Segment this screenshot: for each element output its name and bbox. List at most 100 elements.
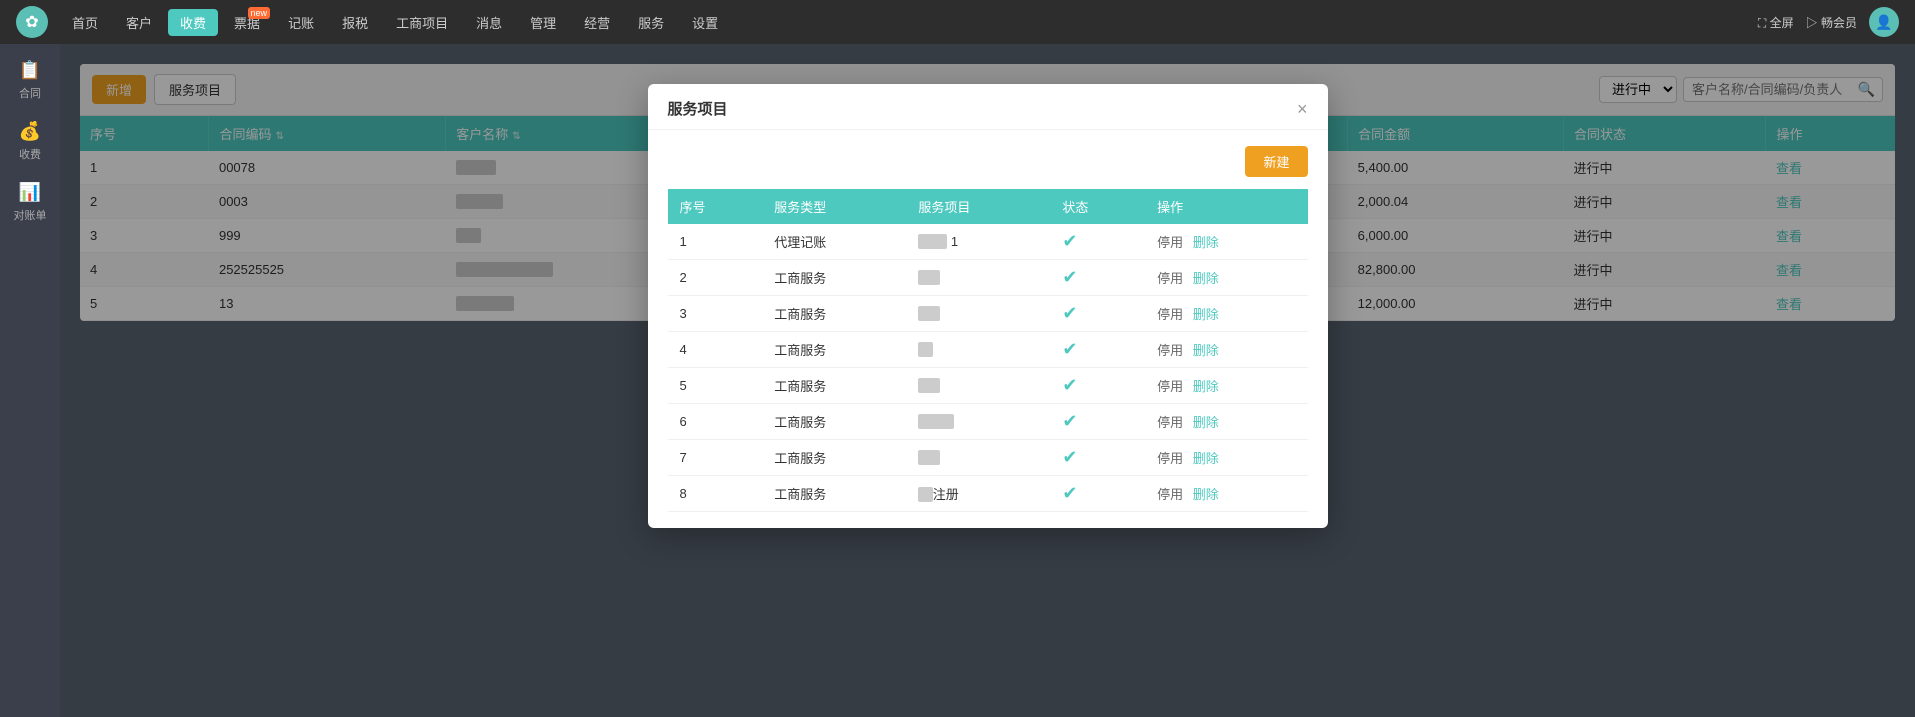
modal-cell-action: 停用 删除 [1145, 224, 1307, 260]
modal-cell-status: ✔ [1050, 440, 1145, 476]
list-item: 7 工商服务 ✔ 停用 删除 [668, 440, 1308, 476]
modal-cell-seq: 4 [668, 332, 763, 368]
stop-button[interactable]: 停用 [1157, 304, 1183, 323]
modal-cell-seq: 3 [668, 296, 763, 332]
delete-button[interactable]: 删除 [1193, 268, 1219, 287]
statement-icon: 📊 [19, 182, 41, 203]
status-check-icon: ✔ [1062, 483, 1077, 503]
top-nav: ✿ 首页 客户 收费 票据 new 记账 报税 工商项目 消息 管理 经营 服务… [0, 0, 1915, 44]
stop-button[interactable]: 停用 [1157, 268, 1183, 287]
modal-close-button[interactable]: × [1297, 100, 1308, 118]
modal-cell-project [906, 404, 1050, 440]
modal-cell-action: 停用 删除 [1145, 296, 1307, 332]
modal-cell-project: 1 [906, 224, 1050, 260]
stop-button[interactable]: 停用 [1157, 412, 1183, 431]
delete-button[interactable]: 删除 [1193, 448, 1219, 467]
modal-cell-status: ✔ [1050, 368, 1145, 404]
nav-service[interactable]: 服务 [626, 9, 676, 36]
modal-cell-type: 工商服务 [762, 368, 906, 404]
modal-cell-action: 停用 删除 [1145, 476, 1307, 512]
modal-th-action: 操作 [1145, 189, 1307, 224]
stop-button[interactable]: 停用 [1157, 376, 1183, 395]
nav-manage[interactable]: 管理 [518, 9, 568, 36]
nav-commerce[interactable]: 工商项目 [384, 9, 460, 36]
user-avatar[interactable]: 👤 [1869, 7, 1899, 37]
stop-button[interactable]: 停用 [1157, 340, 1183, 359]
delete-button[interactable]: 删除 [1193, 304, 1219, 323]
sidebar-item-fee[interactable]: 💰 收费 [4, 113, 56, 170]
status-check-icon: ✔ [1062, 303, 1077, 323]
stop-button[interactable]: 停用 [1157, 232, 1183, 251]
nav-invoice[interactable]: 票据 new [222, 9, 272, 36]
sidebar-item-statement[interactable]: 📊 对账单 [4, 174, 56, 231]
modal-cell-seq: 1 [668, 224, 763, 260]
status-check-icon: ✔ [1062, 375, 1077, 395]
delete-button[interactable]: 删除 [1193, 412, 1219, 431]
list-item: 5 工商服务 ✔ 停用 删除 [668, 368, 1308, 404]
modal-cell-seq: 8 [668, 476, 763, 512]
modal-cell-status: ✔ [1050, 332, 1145, 368]
app-layout: 📋 合同 💰 收费 📊 对账单 新增 服务项目 进行中 已完 [0, 44, 1915, 717]
modal-cell-status: ✔ [1050, 296, 1145, 332]
sidebar-label-statement: 对账单 [14, 207, 47, 223]
modal-cell-action: 停用 删除 [1145, 440, 1307, 476]
fee-icon: 💰 [19, 121, 41, 142]
nav-badge-new: new [248, 7, 271, 20]
nav-tax[interactable]: 报税 [330, 9, 380, 36]
modal-cell-type: 工商服务 [762, 332, 906, 368]
nav-operation[interactable]: 经营 [572, 9, 622, 36]
modal-th-seq: 序号 [668, 189, 763, 224]
modal-cell-type: 工商服务 [762, 440, 906, 476]
modal-cell-project [906, 332, 1050, 368]
modal-cell-status: ✔ [1050, 404, 1145, 440]
stop-button[interactable]: 停用 [1157, 484, 1183, 503]
list-item: 1 代理记账 1 ✔ 停用 删除 [668, 224, 1308, 260]
service-project-modal: 服务项目 × 新建 序号 服务类型 服 [648, 84, 1328, 528]
modal-cell-action: 停用 删除 [1145, 368, 1307, 404]
delete-button[interactable]: 删除 [1193, 340, 1219, 359]
modal-cell-seq: 2 [668, 260, 763, 296]
nav-customer[interactable]: 客户 [114, 9, 164, 36]
member-btn[interactable]: ▷ 畅会员 [1806, 14, 1857, 31]
modal-cell-project [906, 440, 1050, 476]
modal-header: 服务项目 × [648, 84, 1328, 130]
list-item: 2 工商服务 ✔ 停用 删除 [668, 260, 1308, 296]
modal-cell-project [906, 296, 1050, 332]
delete-button[interactable]: 删除 [1193, 232, 1219, 251]
right-actions: ⛶ 全屏 ▷ 畅会员 👤 [1758, 7, 1899, 37]
nav-fee[interactable]: 收费 [168, 9, 218, 36]
fullscreen-btn[interactable]: ⛶ 全屏 [1758, 14, 1794, 31]
modal-new-button[interactable]: 新建 [1245, 146, 1307, 177]
modal-scroll-area[interactable]: 序号 服务类型 服务项目 状态 操作 1 代理记账 [668, 189, 1308, 512]
modal-th-status: 状态 [1050, 189, 1145, 224]
modal-cell-type: 工商服务 [762, 404, 906, 440]
modal-title: 服务项目 [668, 98, 728, 119]
stop-button[interactable]: 停用 [1157, 448, 1183, 467]
modal-new-btn-wrap: 新建 [668, 146, 1308, 177]
sidebar: 📋 合同 💰 收费 📊 对账单 [0, 44, 60, 717]
modal-cell-type: 代理记账 [762, 224, 906, 260]
contract-icon: 📋 [19, 60, 41, 81]
nav-home[interactable]: 首页 [60, 9, 110, 36]
status-check-icon: ✔ [1062, 231, 1077, 251]
modal-overlay[interactable]: 服务项目 × 新建 序号 服务类型 服 [60, 44, 1915, 717]
modal-th-type: 服务类型 [762, 189, 906, 224]
nav-message[interactable]: 消息 [464, 9, 514, 36]
sidebar-item-contract[interactable]: 📋 合同 [4, 52, 56, 109]
modal-cell-seq: 7 [668, 440, 763, 476]
app-logo[interactable]: ✿ [16, 6, 48, 38]
modal-cell-status: ✔ [1050, 224, 1145, 260]
nav-bookkeeping[interactable]: 记账 [276, 9, 326, 36]
modal-cell-project [906, 368, 1050, 404]
modal-th-project: 服务项目 [906, 189, 1050, 224]
list-item: 6 工商服务 ✔ 停用 删除 [668, 404, 1308, 440]
delete-button[interactable]: 删除 [1193, 376, 1219, 395]
main-content: 新增 服务项目 进行中 已完成 已终止 🔍 [60, 44, 1915, 717]
delete-button[interactable]: 删除 [1193, 484, 1219, 503]
modal-cell-project [906, 260, 1050, 296]
modal-table: 序号 服务类型 服务项目 状态 操作 1 代理记账 [668, 189, 1308, 512]
modal-table-body: 1 代理记账 1 ✔ 停用 删除 [668, 224, 1308, 512]
modal-cell-action: 停用 删除 [1145, 404, 1307, 440]
nav-settings[interactable]: 设置 [680, 9, 730, 36]
modal-table-head: 序号 服务类型 服务项目 状态 操作 [668, 189, 1308, 224]
